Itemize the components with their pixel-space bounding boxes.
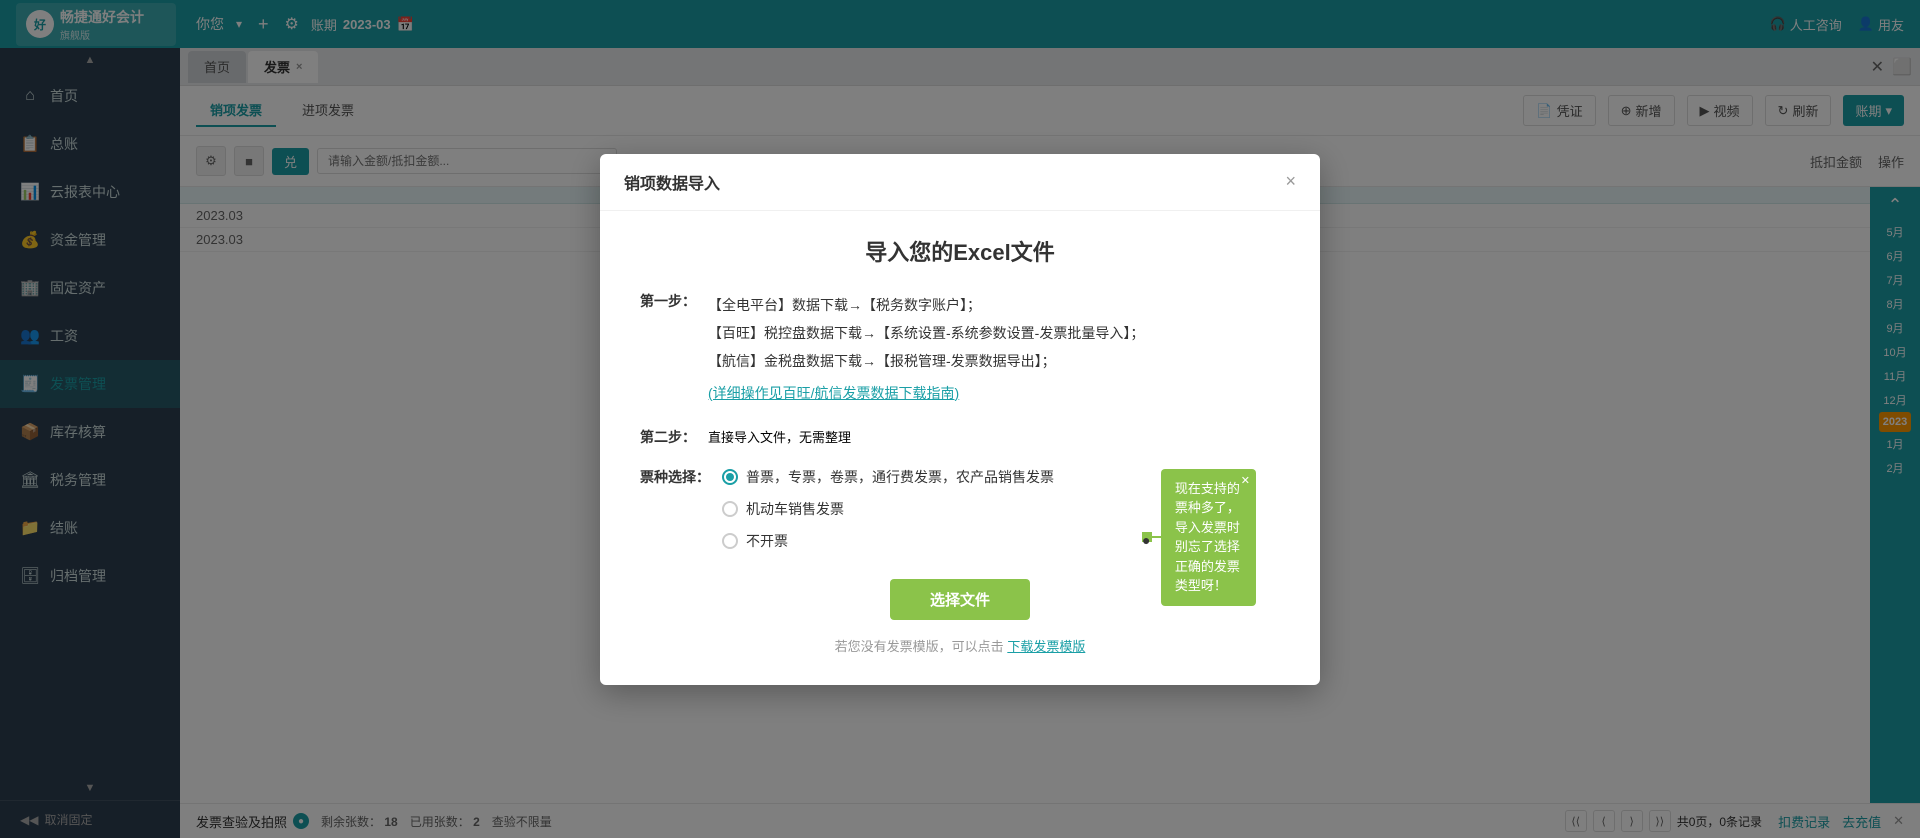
radio-option-1[interactable]: 普票，专票，卷票，通行费发票，农产品销售发票: [722, 467, 1054, 487]
step1-line1: 【全电平台】数据下载→【税务数字账户】；: [708, 291, 1144, 319]
import-modal: 销项数据导入 × 导入您的Excel文件 第一步： 【全电平台】数据下载→【税务…: [600, 154, 1320, 685]
ticket-type-row: 票种选择： 普票，专票，卷票，通行费发票，农产品销售发票 机动车销售发票: [640, 467, 1280, 563]
radio-circle-2: [722, 501, 738, 517]
radio-circle-3: [722, 533, 738, 549]
modal-title: 销项数据导入: [624, 170, 720, 194]
ticket-label: 票种选择：: [640, 467, 710, 487]
select-file-button[interactable]: 选择文件: [890, 579, 1030, 620]
step1-line2: 【百旺】税控盘数据下载→【系统设置-系统参数设置-发票批量导入】；: [708, 319, 1144, 347]
step1-guide-link[interactable]: (详细操作见百旺/航信发票数据下载指南): [708, 385, 959, 401]
step2-row: 第二步： 直接导入文件，无需整理: [640, 427, 1280, 447]
step2-content: 直接导入文件，无需整理: [708, 427, 851, 446]
tooltip-line: [1152, 536, 1161, 538]
radio-option-3[interactable]: 不开票: [722, 531, 1054, 551]
download-template-link[interactable]: 下载发票模版: [1007, 639, 1085, 654]
radio-circle-1: [722, 469, 738, 485]
tooltip-dot: ●: [1142, 532, 1152, 542]
modal-header: 销项数据导入 ×: [600, 154, 1320, 211]
modal-overlay: 销项数据导入 × 导入您的Excel文件 第一步： 【全电平台】数据下载→【税务…: [0, 0, 1920, 838]
radio-options: 普票，专票，卷票，通行费发票，农产品销售发票 机动车销售发票 ● ✕: [722, 467, 1054, 563]
step1-label: 第一步：: [640, 291, 696, 311]
modal-close-btn[interactable]: ×: [1285, 171, 1296, 192]
step1-line3: 【航信】金税盘数据下载→【报税管理-发票数据导出】；: [708, 347, 1144, 375]
tooltip-container: ● ✕ 现在支持的票种多了，导入发票时别忘了选择正确的发票类型呀！: [1142, 469, 1256, 606]
modal-body: 导入您的Excel文件 第一步： 【全电平台】数据下载→【税务数字账户】； 【百…: [600, 211, 1320, 685]
tooltip-close-btn[interactable]: ✕: [1241, 473, 1250, 490]
step2-label: 第二步：: [640, 427, 696, 447]
modal-main-title: 导入您的Excel文件: [640, 235, 1280, 267]
modal-note: 若您没有发票模版，可以点击 下载发票模版: [640, 636, 1280, 655]
radio-dot-1: [726, 473, 734, 481]
step2: 第二步： 直接导入文件，无需整理: [640, 427, 1280, 447]
tooltip-box: ✕ 现在支持的票种多了，导入发票时别忘了选择正确的发票类型呀！: [1161, 469, 1256, 606]
radio-option-2[interactable]: 机动车销售发票 ● ✕ 现在支持的票种多了，导入发票时别忘了选择正确的发票类型呀…: [722, 499, 1054, 519]
step1-content: 【全电平台】数据下载→【税务数字账户】； 【百旺】税控盘数据下载→【系统设置-系…: [708, 291, 1144, 407]
ticket-type-group: 票种选择： 普票，专票，卷票，通行费发票，农产品销售发票 机动车销售发票: [640, 467, 1280, 563]
step1-row: 第一步： 【全电平台】数据下载→【税务数字账户】； 【百旺】税控盘数据下载→【系…: [640, 291, 1280, 407]
step1: 第一步： 【全电平台】数据下载→【税务数字账户】； 【百旺】税控盘数据下载→【系…: [640, 291, 1280, 407]
